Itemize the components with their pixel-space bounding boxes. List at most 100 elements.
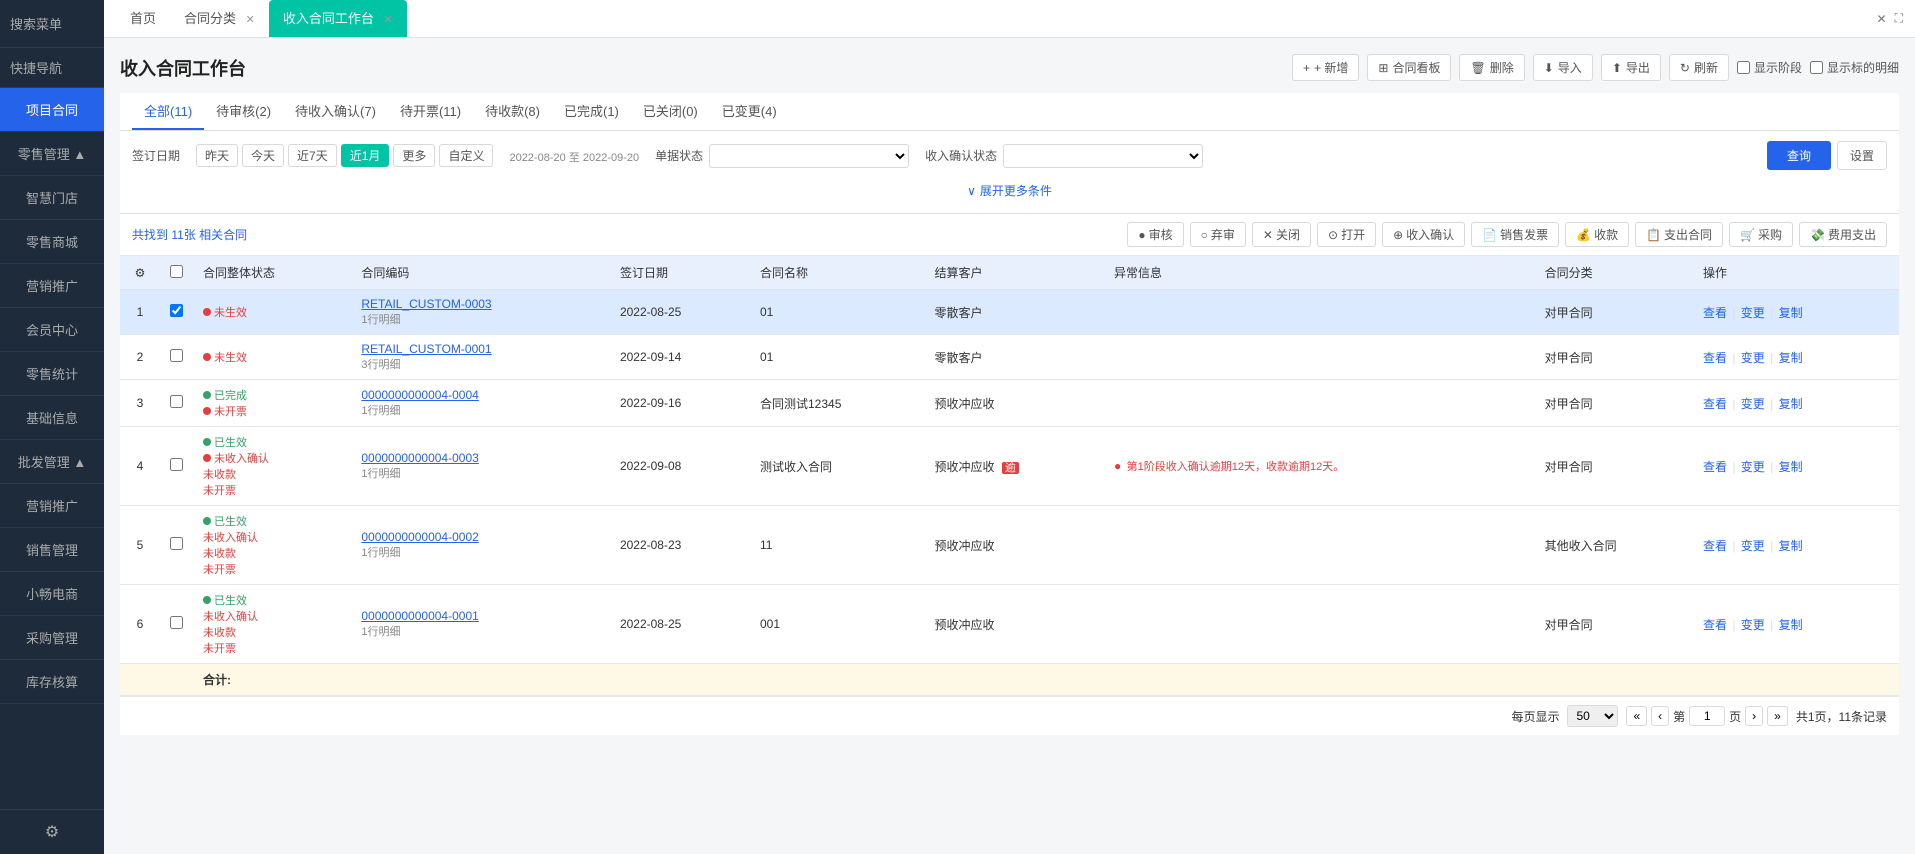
sidebar-item-member-center[interactable]: 会员中心: [0, 308, 104, 352]
open-button[interactable]: ⊙ 打开: [1317, 222, 1376, 247]
date-btn-custom[interactable]: 自定义: [439, 144, 493, 167]
expenditure-contract-button[interactable]: 📋 支出合同: [1635, 222, 1723, 247]
copy-op[interactable]: 复制: [1779, 460, 1803, 474]
sidebar-item-project-contract[interactable]: 项目合同: [0, 88, 104, 132]
export-button[interactable]: ⬆ 导出: [1601, 54, 1661, 81]
view-op[interactable]: 查看: [1703, 351, 1727, 365]
row-checkbox[interactable]: [170, 537, 183, 550]
prev-page-btn[interactable]: ‹: [1651, 706, 1669, 726]
contract-link[interactable]: 0000000000004-0002: [361, 530, 478, 544]
filter-tab-pending-invoice[interactable]: 待开票(11): [388, 93, 473, 130]
edit-op[interactable]: 变更: [1741, 460, 1765, 474]
contract-link[interactable]: 0000000000004-0003: [361, 451, 478, 465]
contract-link[interactable]: 0000000000004-0004: [361, 388, 478, 402]
show-phase-checkbox[interactable]: 显示阶段: [1737, 59, 1802, 76]
edit-op[interactable]: 变更: [1741, 397, 1765, 411]
doc-status-select[interactable]: [709, 144, 909, 168]
next-page-btn[interactable]: ›: [1745, 706, 1763, 726]
gear-icon[interactable]: ⚙: [45, 824, 59, 841]
add-button[interactable]: + + 新增: [1292, 54, 1359, 81]
sidebar-item-marketing2[interactable]: 营销推广: [0, 484, 104, 528]
date-btn-yesterday[interactable]: 昨天: [196, 144, 238, 167]
tab-contract-category[interactable]: 合同分类 ✕: [170, 0, 269, 37]
view-op[interactable]: 查看: [1703, 306, 1727, 320]
date-btn-today[interactable]: 今天: [242, 144, 284, 167]
row-checkbox[interactable]: [170, 304, 183, 317]
sidebar-item-marketing1[interactable]: 营销推广: [0, 264, 104, 308]
sidebar-item-retail-stats[interactable]: 零售统计: [0, 352, 104, 396]
view-op[interactable]: 查看: [1703, 539, 1727, 553]
contract-link[interactable]: 0000000000004-0001: [361, 609, 478, 623]
copy-op[interactable]: 复制: [1779, 618, 1803, 632]
edit-op[interactable]: 变更: [1741, 539, 1765, 553]
date-btn-1month[interactable]: 近1月: [341, 144, 390, 167]
sidebar-item-ecommerce[interactable]: 小畅电商: [0, 572, 104, 616]
filter-tab-all[interactable]: 全部(11): [132, 93, 204, 130]
sidebar-item-inventory[interactable]: 库存核算: [0, 660, 104, 704]
tab-income-contract[interactable]: 收入合同工作台 ✕: [269, 0, 407, 37]
filter-tab-pending-confirm[interactable]: 待收入确认(7): [283, 93, 388, 130]
receive-status-select[interactable]: [1003, 144, 1203, 168]
sidebar-search[interactable]: 搜索菜单: [0, 0, 104, 48]
sidebar-item-retail-mall[interactable]: 零售商城: [0, 220, 104, 264]
copy-op[interactable]: 复制: [1779, 306, 1803, 320]
tab-close-income-contract[interactable]: ✕: [384, 14, 393, 26]
sidebar-quick-nav[interactable]: 快捷导航: [0, 48, 104, 88]
page-input[interactable]: [1689, 706, 1725, 726]
contract-link[interactable]: RETAIL_CUSTOM-0001: [361, 342, 491, 356]
purchase-button[interactable]: 🛒 采购: [1729, 222, 1793, 247]
window-resize-btn[interactable]: ⛶: [1895, 11, 1903, 26]
show-detail-checkbox[interactable]: 显示标的明细: [1810, 59, 1899, 76]
sales-invoice-button[interactable]: 📄 销售发票: [1471, 222, 1559, 247]
sidebar-item-sales-mgmt[interactable]: 销售管理: [0, 528, 104, 572]
edit-op[interactable]: 变更: [1741, 618, 1765, 632]
date-btn-more[interactable]: 更多: [393, 144, 435, 167]
setting-button[interactable]: 设置: [1837, 141, 1887, 170]
close-button[interactable]: ✕ 关闭: [1252, 222, 1311, 247]
receive-status-label: 收入确认状态: [925, 147, 997, 164]
expense-button[interactable]: 💸 费用支出: [1799, 222, 1887, 247]
delete-button[interactable]: 🗑 删除: [1459, 54, 1524, 81]
copy-op[interactable]: 复制: [1779, 397, 1803, 411]
row-checkbox[interactable]: [170, 616, 183, 629]
view-op[interactable]: 查看: [1703, 397, 1727, 411]
view-op[interactable]: 查看: [1703, 618, 1727, 632]
filter-tab-completed[interactable]: 已完成(1): [552, 93, 631, 130]
sidebar-item-basic-info[interactable]: 基础信息: [0, 396, 104, 440]
select-all-checkbox[interactable]: [170, 265, 183, 278]
row-checkbox[interactable]: [170, 458, 183, 471]
tab-home[interactable]: 首页: [116, 0, 170, 37]
sidebar-item-smart-store[interactable]: 智慧门店: [0, 176, 104, 220]
row-checkbox[interactable]: [170, 395, 183, 408]
sidebar-item-purchase-mgmt[interactable]: 采购管理: [0, 616, 104, 660]
refresh-button[interactable]: ↻ 刷新: [1669, 54, 1729, 81]
receipt-button[interactable]: 💰 收款: [1565, 222, 1629, 247]
filter-tab-closed[interactable]: 已关闭(0): [631, 93, 710, 130]
last-page-btn[interactable]: »: [1767, 706, 1788, 726]
contract-panel-button[interactable]: ⊞ 合同看板: [1367, 54, 1451, 81]
first-page-btn[interactable]: «: [1626, 706, 1647, 726]
filter-tab-changed[interactable]: 已变更(4): [710, 93, 789, 130]
abandon-audit-button[interactable]: ○ 弃审: [1190, 222, 1246, 247]
income-confirm-button[interactable]: ⊕ 收入确认: [1382, 222, 1465, 247]
tab-close-contract-category[interactable]: ✕: [246, 14, 255, 26]
row-checkbox[interactable]: [170, 349, 183, 362]
copy-op[interactable]: 复制: [1779, 351, 1803, 365]
expand-more-button[interactable]: ∨ 展开更多条件: [959, 178, 1060, 203]
sidebar-item-wholesale-mgmt[interactable]: 批发管理 ▲: [0, 440, 104, 484]
contract-link[interactable]: RETAIL_CUSTOM-0003: [361, 297, 491, 311]
audit-button[interactable]: ● 审核: [1127, 222, 1183, 247]
edit-op[interactable]: 变更: [1741, 306, 1765, 320]
row-num: 4: [120, 427, 160, 506]
copy-op[interactable]: 复制: [1779, 539, 1803, 553]
window-close-btn[interactable]: ✕: [1877, 12, 1887, 26]
page-size-select[interactable]: 50 10 20 100: [1567, 705, 1618, 727]
date-btn-7days[interactable]: 近7天: [288, 144, 337, 167]
query-button[interactable]: 查询: [1767, 141, 1831, 170]
import-button[interactable]: ⬇ 导入: [1533, 54, 1593, 81]
view-op[interactable]: 查看: [1703, 460, 1727, 474]
edit-op[interactable]: 变更: [1741, 351, 1765, 365]
filter-tab-pending-review[interactable]: 待审核(2): [204, 93, 283, 130]
sidebar-item-retail-mgmt[interactable]: 零售管理 ▲: [0, 132, 104, 176]
filter-tab-pending-payment[interactable]: 待收款(8): [473, 93, 552, 130]
